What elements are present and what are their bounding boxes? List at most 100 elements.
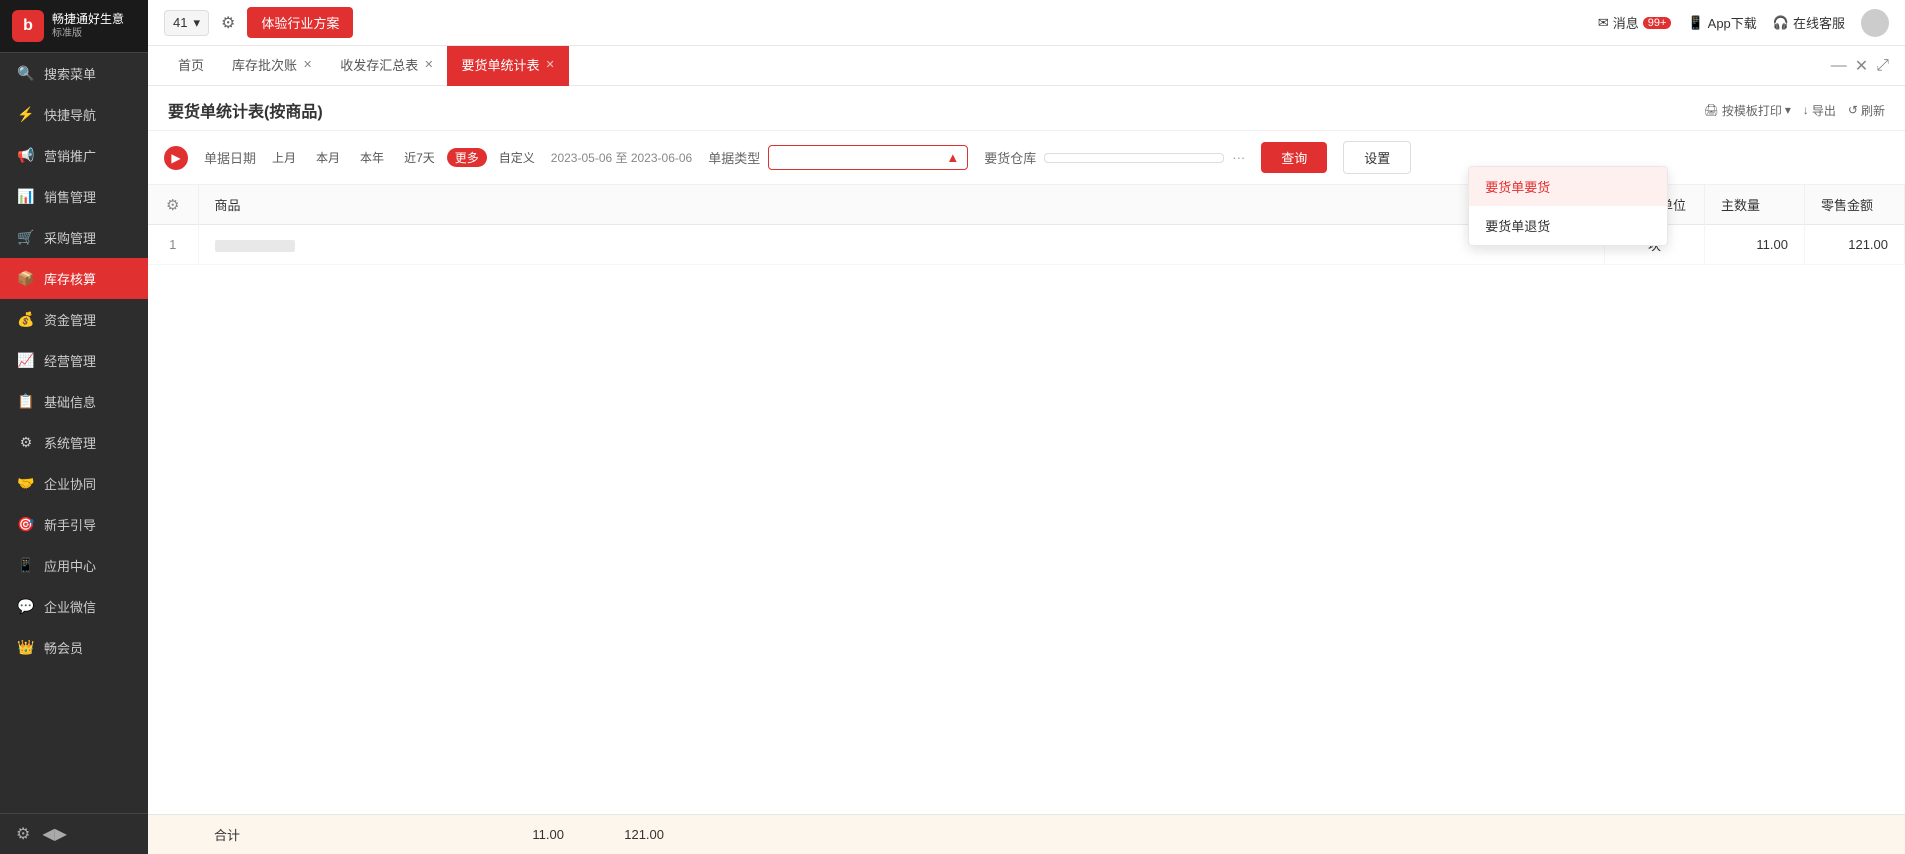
- tab-batch-close[interactable]: ✕: [303, 58, 312, 71]
- message-icon: ✉: [1598, 15, 1609, 31]
- custom-date-option[interactable]: 自定义: [491, 147, 543, 168]
- row-qty: 11.00: [1705, 225, 1805, 265]
- sidebar-item-sales[interactable]: 📊销售管理: [0, 176, 148, 217]
- print-button[interactable]: 🖨 按模板打印 ▾: [1704, 102, 1791, 119]
- gear-button[interactable]: ⚙: [221, 13, 235, 33]
- topbar: 41 ▾ ⚙ 体验行业方案 ✉ 消息 99+ 📱 App下载 🎧 在线客服: [148, 0, 1905, 46]
- sidebar-icon-basic: 📋: [16, 393, 36, 410]
- tab-order-stat-close[interactable]: ✕: [546, 58, 555, 71]
- user-avatar[interactable]: [1861, 9, 1889, 37]
- 7days-option[interactable]: 近7天: [396, 147, 443, 168]
- col-amount-header: 零售金额: [1805, 185, 1905, 225]
- date-options: 上月 本月 本年 近7天 更多 自定义: [264, 147, 543, 168]
- sidebar-label-search: 搜索菜单: [44, 64, 96, 83]
- sidebar-item-guide[interactable]: 🎯新手引导: [0, 504, 148, 545]
- sidebar-label-shortcut: 快捷导航: [44, 105, 96, 124]
- sidebar-item-enterprise[interactable]: 🤝 企业协同: [0, 463, 148, 504]
- footer-label: 合计: [164, 825, 364, 844]
- type-select[interactable]: ▲: [768, 145, 968, 170]
- sidebar-label-finance: 资金管理: [44, 310, 96, 329]
- tab-close-all-button[interactable]: ✕: [1855, 56, 1868, 76]
- industry-button[interactable]: 体验行业方案: [247, 7, 353, 38]
- main-area: 41 ▾ ⚙ 体验行业方案 ✉ 消息 99+ 📱 App下载 🎧 在线客服: [148, 0, 1905, 854]
- sidebar-label-sales: 销售管理: [44, 187, 96, 206]
- warehouse-more-icon[interactable]: ···: [1232, 150, 1245, 165]
- sidebar-item-inventory[interactable]: 📦库存核算: [0, 258, 148, 299]
- col-goods-header: 商品: [198, 185, 1605, 225]
- warehouse-select[interactable]: [1044, 153, 1224, 163]
- expand-filter-button[interactable]: ▶: [164, 146, 188, 170]
- sidebar-item-search[interactable]: 🔍 搜索菜单: [0, 53, 148, 94]
- more-date-option[interactable]: 更多: [447, 148, 487, 167]
- account-number: 41: [173, 15, 187, 30]
- sidebar-icon-member: 👑: [16, 639, 36, 656]
- sidebar-item-operation[interactable]: 📈经营管理: [0, 340, 148, 381]
- settings-icon-bottom[interactable]: ⚙: [16, 824, 30, 844]
- messages-item[interactable]: ✉ 消息 99+: [1598, 13, 1672, 32]
- tab-receivable[interactable]: 收发存汇总表 ✕: [326, 46, 447, 86]
- this-year-option[interactable]: 本年: [352, 147, 392, 168]
- last-month-option[interactable]: 上月: [264, 147, 304, 168]
- tabs-bar: 首页 库存批次账 ✕ 收发存汇总表 ✕ 要货单统计表 ✕ — ✕ ⤢: [148, 46, 1905, 86]
- warehouse-filter-group: 要货仓库 ···: [984, 148, 1245, 167]
- table-area: ⚙ 商品 主计量单位 主数量 零售金额 1 块 11.00 121.00: [148, 185, 1905, 814]
- tab-home[interactable]: 首页: [164, 46, 218, 86]
- type-label: 单据类型: [708, 148, 760, 167]
- tab-expand-button[interactable]: ⤢: [1876, 56, 1889, 76]
- sidebar-item-finance[interactable]: 💰资金管理: [0, 299, 148, 340]
- sidebar-icon-purchase: 🛒: [16, 229, 36, 246]
- column-settings-icon[interactable]: ⚙: [166, 197, 179, 214]
- dropdown-item-order-return[interactable]: 要货单退货: [1469, 206, 1667, 245]
- sidebar-label-wechat: 企业微信: [44, 597, 96, 616]
- sidebar-icon-system: ⚙: [16, 434, 36, 451]
- filter-bar: ▶ 单据日期 上月 本月 本年 近7天 更多 自定义 2023-05-06 至 …: [148, 131, 1905, 185]
- sidebar-label-enterprise: 企业协同: [44, 474, 96, 493]
- sidebar-item-wechat[interactable]: 💬 企业微信: [0, 586, 148, 627]
- sidebar-icon-wechat: 💬: [16, 598, 36, 615]
- sidebar-item-marketing[interactable]: 📢营销推广: [0, 135, 148, 176]
- warehouse-label: 要货仓库: [984, 148, 1036, 167]
- tab-minimize-button[interactable]: —: [1831, 56, 1847, 76]
- refresh-label: 刷新: [1861, 102, 1885, 119]
- sidebar-item-purchase[interactable]: 🛒采购管理: [0, 217, 148, 258]
- sidebar-label-appstore: 应用中心: [44, 556, 96, 575]
- dropdown-arrow-icon: ▾: [193, 15, 200, 31]
- account-selector[interactable]: 41 ▾: [164, 10, 209, 36]
- page-actions: 🖨 按模板打印 ▾ ↓ 导出 ↺ 刷新: [1704, 102, 1885, 119]
- tab-order-stat-label: 要货单统计表: [461, 55, 539, 74]
- sidebar-item-member[interactable]: 👑畅会员: [0, 627, 148, 668]
- table-footer: 合计 11.00 121.00: [148, 814, 1905, 854]
- sidebar-label-system: 系统管理: [44, 433, 96, 452]
- page-header: 要货单统计表(按商品) 🖨 按模板打印 ▾ ↓ 导出 ↺ 刷新: [148, 86, 1905, 131]
- tab-batch[interactable]: 库存批次账 ✕: [218, 46, 326, 86]
- sidebar-item-shortcut[interactable]: ⚡ 快捷导航: [0, 94, 148, 135]
- sidebar-item-appstore[interactable]: 📱应用中心: [0, 545, 148, 586]
- tab-home-label: 首页: [178, 55, 204, 74]
- tab-receivable-close[interactable]: ✕: [424, 58, 433, 71]
- collapse-icon[interactable]: ◀▶: [42, 824, 67, 844]
- row-amount: 121.00: [1805, 225, 1905, 265]
- app-download-item[interactable]: 📱 App下载: [1687, 13, 1756, 32]
- app-title: 畅捷通好生意 标准版: [52, 12, 124, 41]
- sidebar-icon-enterprise: 🤝: [16, 475, 36, 492]
- sidebar-item-basic[interactable]: 📋基础信息: [0, 381, 148, 422]
- sidebar-icon-shortcut: ⚡: [16, 106, 36, 123]
- this-month-option[interactable]: 本月: [308, 147, 348, 168]
- refresh-button[interactable]: ↺ 刷新: [1848, 102, 1885, 119]
- footer-amount: 121.00: [564, 827, 664, 842]
- tab-batch-label: 库存批次账: [232, 55, 297, 74]
- phone-icon: 📱: [1687, 15, 1703, 31]
- print-label: 按模板打印: [1722, 102, 1782, 119]
- settings-button[interactable]: 设置: [1343, 141, 1411, 174]
- messages-badge: 99+: [1643, 17, 1672, 29]
- dropdown-item-order-goods[interactable]: 要货单要货: [1469, 167, 1667, 206]
- sidebar-icon-search: 🔍: [16, 65, 36, 82]
- query-button[interactable]: 查询: [1261, 142, 1327, 173]
- page-title: 要货单统计表(按商品): [168, 98, 323, 122]
- export-button[interactable]: ↓ 导出: [1803, 102, 1836, 119]
- sidebar-icon-marketing: 📢: [16, 147, 36, 164]
- tab-order-stat[interactable]: 要货单统计表 ✕: [447, 46, 568, 86]
- sidebar-item-system[interactable]: ⚙ 系统管理: [0, 422, 148, 463]
- col-settings: ⚙: [148, 185, 198, 225]
- online-service-item[interactable]: 🎧 在线客服: [1773, 13, 1845, 32]
